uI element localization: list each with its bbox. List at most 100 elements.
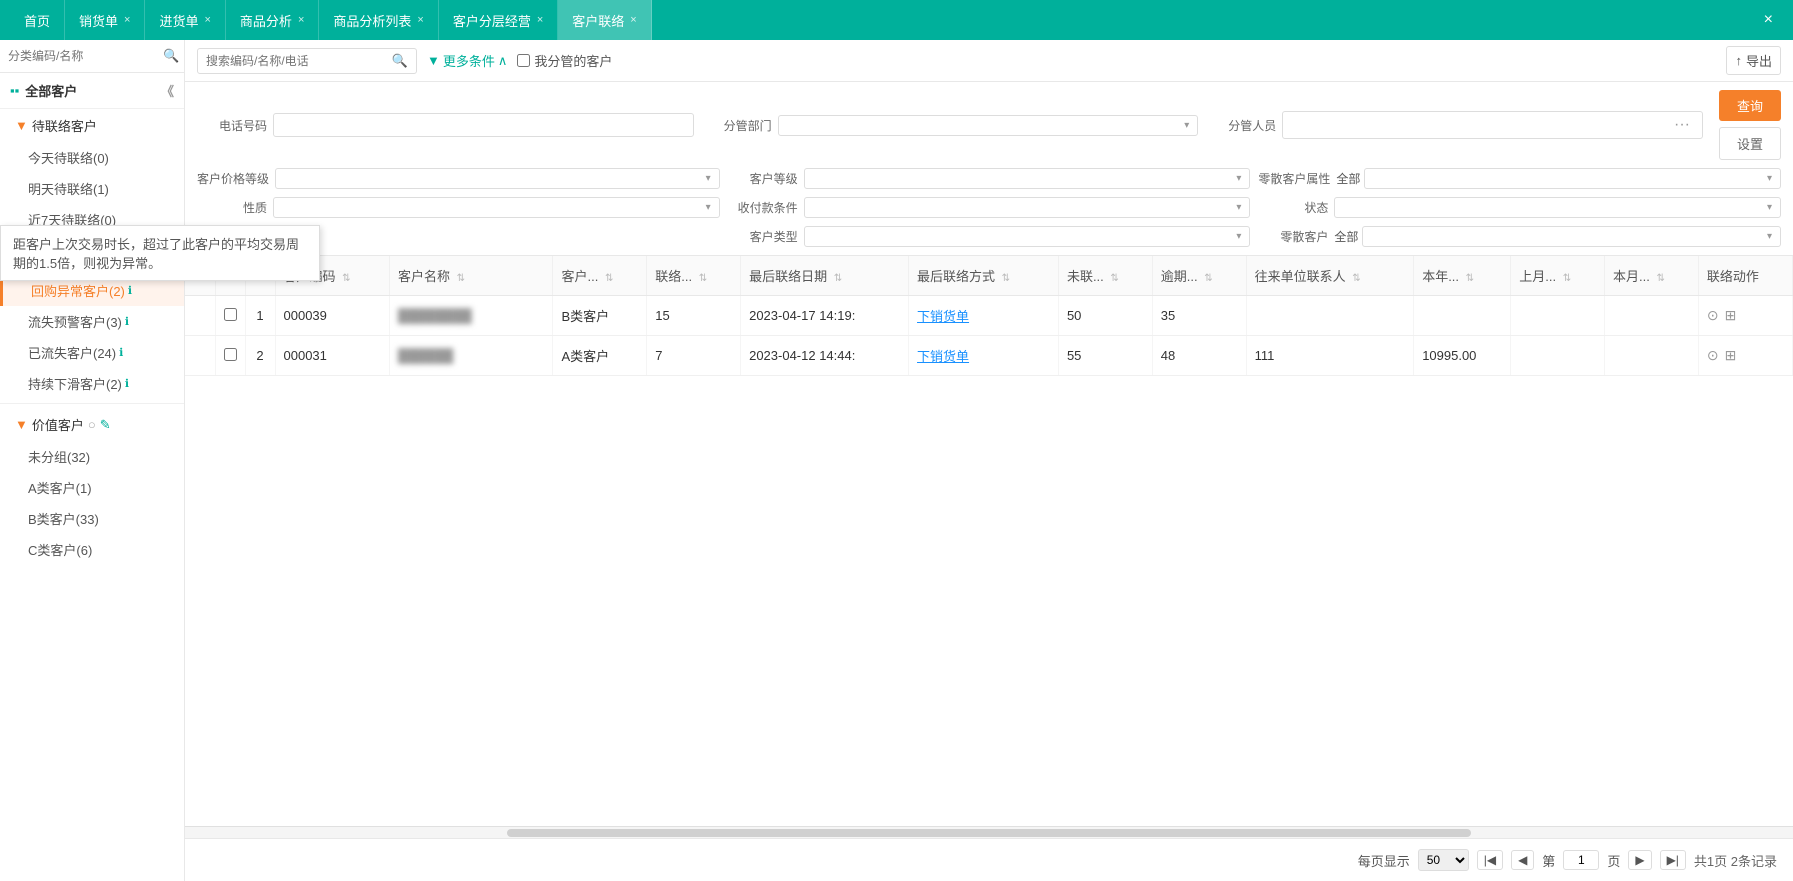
settings-button[interactable]: 设置 <box>1719 127 1781 160</box>
retail-attr-select[interactable]: ▾ <box>1364 168 1781 189</box>
td-last-method-2[interactable]: 下销货单 <box>909 336 1059 376</box>
search-icon[interactable]: 🔍 <box>163 48 179 64</box>
sidebar-all-customers[interactable]: ▪▪ 全部客户 《 <box>0 73 184 109</box>
td-checkbox-2[interactable] <box>215 336 245 376</box>
sort-icon[interactable]: ⇅ <box>1110 273 1118 284</box>
td-actions-2: ⊙ ⊞ <box>1698 336 1792 376</box>
th-customer-name[interactable]: 客户名称 ⇅ <box>389 256 552 296</box>
filter-cell-retail-customer: 零散客户 全部 ▾ <box>1258 226 1781 247</box>
sort-icon[interactable]: ⇅ <box>1002 273 1010 284</box>
sidebar-item-today-pending[interactable]: 今天待联络(0) <box>0 142 184 173</box>
nature-select[interactable]: ▾ <box>273 197 720 218</box>
search-input[interactable] <box>206 54 392 68</box>
window-close-button[interactable]: × <box>1754 11 1783 29</box>
my-customers-checkbox[interactable] <box>517 54 530 67</box>
next-page-button[interactable]: ▶ <box>1628 850 1651 870</box>
nav-tab-customer-contact[interactable]: 客户联络 × <box>558 0 651 40</box>
retail-customer-select[interactable]: ▾ <box>1362 226 1781 247</box>
first-page-button[interactable]: |◀ <box>1477 850 1503 870</box>
sidebar-item-declining[interactable]: 持续下滑客户(2) ℹ <box>0 368 184 399</box>
more-conditions-button[interactable]: ▼ 更多条件 ∧ <box>427 51 507 70</box>
nav-tab-home[interactable]: 首页 <box>10 0 65 40</box>
th-unreached[interactable]: 未联... ⇅ <box>1058 256 1152 296</box>
row-checkbox[interactable] <box>224 348 237 361</box>
last-method-link[interactable]: 下销货单 <box>917 349 969 364</box>
sidebar-item-class-b[interactable]: B类客户(33) <box>0 503 184 534</box>
last-page-button[interactable]: ▶| <box>1660 850 1686 870</box>
customer-grade-select[interactable]: ▾ <box>804 168 1251 189</box>
dots-icon[interactable]: ··· <box>1670 116 1694 134</box>
nav-tab-product-list[interactable]: 商品分析列表 × <box>319 0 438 40</box>
close-icon[interactable]: × <box>537 14 543 26</box>
sort-icon[interactable]: ⇅ <box>1204 273 1212 284</box>
search-icon[interactable]: 🔍 <box>392 53 408 69</box>
sidebar-item-churned[interactable]: 已流失客户(24) ℹ <box>0 337 184 368</box>
collapse-icon[interactable]: 《 <box>161 81 174 100</box>
qr-icon[interactable]: ⊞ <box>1725 307 1737 324</box>
row-checkbox[interactable] <box>224 308 237 321</box>
export-button[interactable]: ↑ 导出 <box>1726 46 1781 75</box>
customer-type-select[interactable]: ▾ <box>804 226 1251 247</box>
sort-icon[interactable]: ⇅ <box>1466 273 1474 284</box>
link-icon[interactable]: ⊙ <box>1707 347 1719 364</box>
payment-select[interactable]: ▾ <box>804 197 1251 218</box>
sort-icon[interactable]: ⇅ <box>1657 273 1665 284</box>
sort-icon[interactable]: ⇅ <box>605 273 613 284</box>
td-last-method-1[interactable]: 下销货单 <box>909 296 1059 336</box>
my-customers-toggle[interactable]: 我分管的客户 <box>517 51 612 70</box>
td-checkbox-1[interactable] <box>215 296 245 336</box>
sort-icon[interactable]: ⇅ <box>1352 273 1360 284</box>
close-icon[interactable]: × <box>417 14 423 26</box>
close-icon[interactable]: × <box>630 14 636 26</box>
retail-attr-label: 零散客户属性 <box>1258 170 1330 187</box>
status-select[interactable]: ▾ <box>1334 197 1781 218</box>
horizontal-scrollbar[interactable] <box>185 826 1793 838</box>
th-overdue[interactable]: 逾期... ⇅ <box>1152 256 1246 296</box>
th-this-month[interactable]: 本月... ⇅ <box>1605 256 1699 296</box>
phone-input[interactable] <box>273 113 694 137</box>
person-select[interactable]: ··· <box>1282 111 1703 139</box>
link-icon[interactable]: ⊙ <box>1707 307 1719 324</box>
sidebar-search-input[interactable] <box>8 49 163 63</box>
info-icon[interactable]: ℹ <box>125 377 129 390</box>
prev-page-button[interactable]: ◀ <box>1511 850 1534 870</box>
sort-icon[interactable]: ⇅ <box>457 273 465 284</box>
sort-icon[interactable]: ⇅ <box>699 273 707 284</box>
page-number-input[interactable] <box>1563 850 1599 870</box>
sort-icon[interactable]: ⇅ <box>342 273 350 284</box>
sidebar-item-unclassified[interactable]: 未分组(32) <box>0 441 184 472</box>
sort-icon[interactable]: ⇅ <box>1563 273 1571 284</box>
sidebar-item-class-a[interactable]: A类客户(1) <box>0 472 184 503</box>
th-customer-type[interactable]: 客户... ⇅ <box>553 256 647 296</box>
sidebar-item-churn-warning[interactable]: 流失预警客户(3) ℹ <box>0 306 184 337</box>
close-icon[interactable]: × <box>204 14 210 26</box>
th-last-method[interactable]: 最后联络方式 ⇅ <box>909 256 1059 296</box>
th-this-year[interactable]: 本年... ⇅ <box>1414 256 1511 296</box>
sidebar-group-pending-contact[interactable]: ▼ 待联络客户 <box>0 109 184 142</box>
info-icon[interactable]: ℹ <box>128 284 132 297</box>
nav-tab-sales[interactable]: 销货单 × <box>65 0 145 40</box>
info-icon[interactable]: ℹ <box>125 315 129 328</box>
per-page-select[interactable]: 50 100 200 <box>1418 849 1469 871</box>
price-grade-select[interactable]: ▾ <box>275 168 720 189</box>
sidebar-item-tomorrow-pending[interactable]: 明天待联络(1) <box>0 173 184 204</box>
last-method-link[interactable]: 下销货单 <box>917 309 969 324</box>
query-button[interactable]: 查询 <box>1719 90 1781 121</box>
qr-icon[interactable]: ⊞ <box>1725 347 1737 364</box>
nav-tab-customer-segment[interactable]: 客户分层经营 × <box>439 0 558 40</box>
close-icon[interactable]: × <box>124 14 130 26</box>
nav-tab-purchase[interactable]: 进货单 × <box>145 0 225 40</box>
close-icon[interactable]: × <box>298 14 304 26</box>
th-last-month[interactable]: 上月... ⇅ <box>1511 256 1605 296</box>
edit-icon[interactable]: ✎ <box>100 417 111 433</box>
dept-select[interactable]: ▾ <box>778 115 1199 136</box>
nav-tab-product-analysis[interactable]: 商品分析 × <box>226 0 319 40</box>
scroll-thumb[interactable] <box>507 829 1472 837</box>
th-unit-contact[interactable]: 往来单位联系人 ⇅ <box>1246 256 1414 296</box>
sort-icon[interactable]: ⇅ <box>834 273 842 284</box>
th-contacts[interactable]: 联络... ⇅ <box>647 256 741 296</box>
th-last-date[interactable]: 最后联络日期 ⇅ <box>741 256 909 296</box>
info-icon[interactable]: ℹ <box>119 346 123 359</box>
sidebar-item-class-c[interactable]: C类客户(6) <box>0 534 184 565</box>
sidebar-group-value-customers[interactable]: ▼ 价值客户 ○ ✎ <box>0 408 184 441</box>
